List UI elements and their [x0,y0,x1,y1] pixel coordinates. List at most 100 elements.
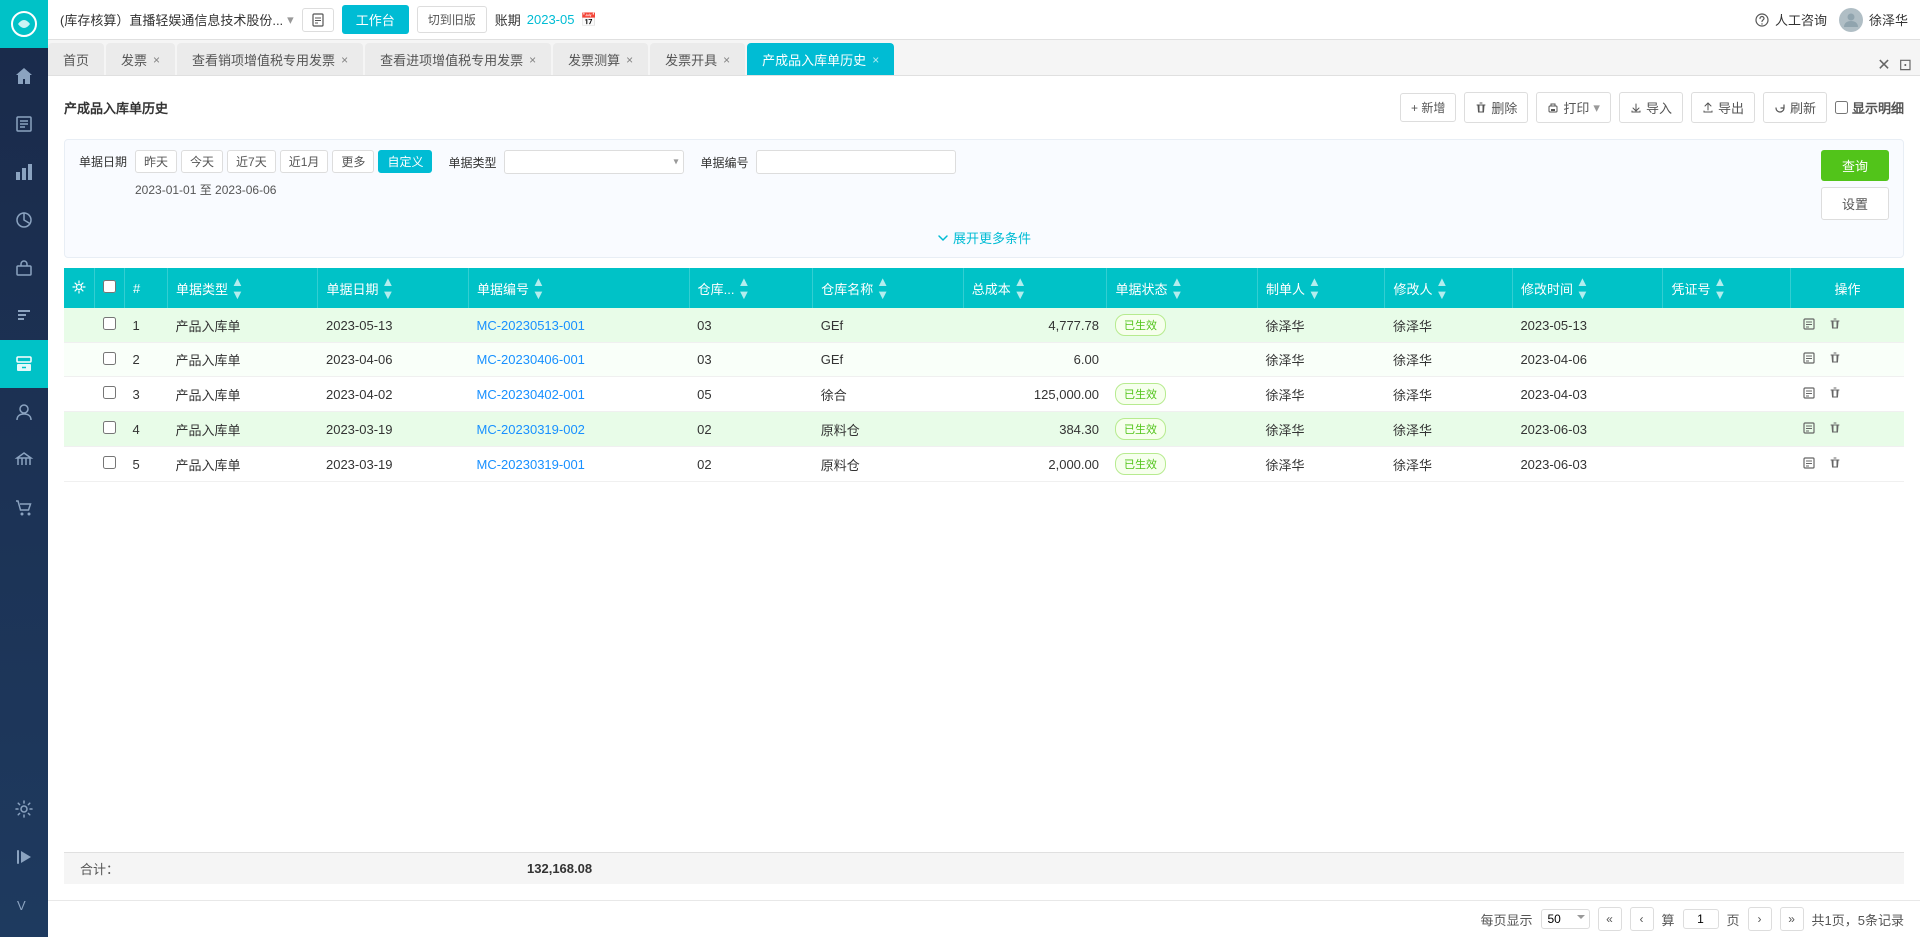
date-btn-more[interactable]: 更多 [332,150,374,173]
row-checkbox[interactable] [95,377,125,412]
support-btn[interactable]: 人工咨询 [1755,10,1827,29]
th-checkbox[interactable] [95,268,125,308]
th-voucher[interactable]: 凭证号 ▲▼ [1663,268,1790,308]
row-delete-btn[interactable] [1824,384,1846,405]
sidebar-item-reports[interactable] [0,148,48,196]
th-warehouse-name[interactable]: 仓库名称 ▲▼ [813,268,964,308]
row-edit-btn[interactable] [1798,315,1820,336]
show-detail-checkbox[interactable] [1835,101,1848,114]
app-logo[interactable] [0,0,48,48]
row-edit-btn[interactable] [1798,454,1820,475]
tab-home[interactable]: 首页 [48,43,104,75]
expand-btn[interactable]: 展开更多条件 [937,228,1031,247]
sidebar-item-bank[interactable] [0,436,48,484]
tab-invoice-issue-close[interactable]: × [723,53,730,67]
th-total-cost[interactable]: 总成本 ▲▼ [963,268,1107,308]
row-checkbox[interactable] [95,412,125,447]
tab-invoice-close[interactable]: × [153,53,160,67]
th-date[interactable]: 单据日期 ▲▼ [318,268,469,308]
tab-sales-vat[interactable]: 查看销项增值税专用发票 × [177,43,363,75]
date-btn-custom[interactable]: 自定义 [378,150,432,173]
row-select-checkbox[interactable] [103,456,116,469]
row-number[interactable]: MC-20230402-001 [469,377,690,412]
th-modify-time[interactable]: 修改时间 ▲▼ [1512,268,1663,308]
th-status[interactable]: 单据状态 ▲▼ [1107,268,1258,308]
sidebar-item-voucher[interactable] [0,100,48,148]
row-checkbox[interactable] [95,447,125,482]
th-modifier[interactable]: 修改人 ▲▼ [1385,268,1512,308]
tab-purchase-vat[interactable]: 查看进项增值税专用发票 × [365,43,551,75]
set-button[interactable]: 设置 [1821,187,1889,220]
row-delete-btn[interactable] [1824,349,1846,370]
user-menu[interactable]: 徐泽华 [1839,8,1908,32]
date-btn-1month[interactable]: 近1月 [280,150,329,173]
row-select-checkbox[interactable] [103,421,116,434]
row-delete-btn[interactable] [1824,419,1846,440]
tab-close-all-icon[interactable]: ✕ [1877,55,1890,75]
row-number[interactable]: MC-20230406-001 [469,343,690,377]
new-btn[interactable]: + 新增 [1400,93,1456,122]
sidebar-item-analytics[interactable] [0,196,48,244]
row-checkbox[interactable] [95,343,125,377]
row-edit-btn[interactable] [1798,384,1820,405]
row-select-checkbox[interactable] [103,317,116,330]
query-button[interactable]: 查询 [1821,150,1889,181]
print-dropdown-icon[interactable]: ▾ [1593,100,1600,116]
th-creator[interactable]: 制单人 ▲▼ [1258,268,1385,308]
company-selector[interactable]: (库存核算）直播轻娱通信息技术股份... ▾ [60,10,294,29]
row-delete-btn[interactable] [1824,315,1846,336]
row-number[interactable]: MC-20230319-002 [469,412,690,447]
tab-sales-vat-close[interactable]: × [341,53,348,67]
row-number[interactable]: MC-20230513-001 [469,308,690,343]
type-select[interactable] [504,150,684,174]
tab-invoice[interactable]: 发票 × [106,43,175,75]
th-settings[interactable] [64,268,95,308]
sidebar-item-more[interactable]: V [0,881,48,929]
sidebar-item-inventory[interactable] [0,340,48,388]
date-btn-today[interactable]: 今天 [181,150,223,173]
select-all-checkbox[interactable] [103,280,116,293]
switch-version-button[interactable]: 切到旧版 [417,6,487,33]
next-page-btn[interactable]: › [1748,907,1772,931]
last-page-btn[interactable]: » [1780,907,1804,931]
sidebar-item-payroll[interactable] [0,388,48,436]
row-select-checkbox[interactable] [103,386,116,399]
doc-btn[interactable] [302,8,334,32]
import-btn[interactable]: 导入 [1619,92,1683,123]
tab-invoice-issue[interactable]: 发票开具 × [650,43,745,75]
row-number[interactable]: MC-20230319-001 [469,447,690,482]
date-btn-yesterday[interactable]: 昨天 [135,150,177,173]
show-detail-toggle[interactable]: 显示明细 [1835,98,1904,117]
delete-btn[interactable]: 删除 [1464,92,1528,123]
company-dropdown-icon[interactable]: ▾ [287,12,294,28]
sidebar-item-media[interactable] [0,833,48,881]
first-page-btn[interactable]: « [1598,907,1622,931]
tab-expand-icon[interactable]: ⊡ [1899,55,1912,75]
workbench-button[interactable]: 工作台 [342,5,409,34]
export-btn[interactable]: 导出 [1691,92,1755,123]
th-warehouse-code[interactable]: 仓库... ▲▼ [689,268,813,308]
tab-invoice-calc[interactable]: 发票测算 × [553,43,648,75]
tab-purchase-vat-close[interactable]: × [529,53,536,67]
row-checkbox[interactable] [95,308,125,343]
sidebar-item-home[interactable] [0,52,48,100]
print-btn[interactable]: 打印 ▾ [1536,92,1611,123]
th-type[interactable]: 单据类型 ▲▼ [167,268,318,308]
th-number[interactable]: 单据编号 ▲▼ [469,268,690,308]
refresh-btn[interactable]: 刷新 [1763,92,1827,123]
row-edit-btn[interactable] [1798,349,1820,370]
date-btn-7days[interactable]: 近7天 [227,150,276,173]
row-edit-btn[interactable] [1798,419,1820,440]
row-select-checkbox[interactable] [103,352,116,365]
page-input[interactable] [1683,909,1719,929]
tab-product-inbound-close[interactable]: × [872,53,879,67]
sidebar-item-settings[interactable] [0,785,48,833]
sidebar-item-assets[interactable] [0,244,48,292]
tab-product-inbound[interactable]: 产成品入库单历史 × [747,43,894,75]
per-page-select[interactable]: 50 20 100 [1541,909,1590,929]
tab-invoice-calc-close[interactable]: × [626,53,633,67]
period-calendar-icon[interactable]: 📅 [580,12,596,28]
sidebar-item-tax[interactable] [0,292,48,340]
prev-page-btn[interactable]: ‹ [1630,907,1654,931]
sidebar-item-purchase[interactable] [0,484,48,532]
